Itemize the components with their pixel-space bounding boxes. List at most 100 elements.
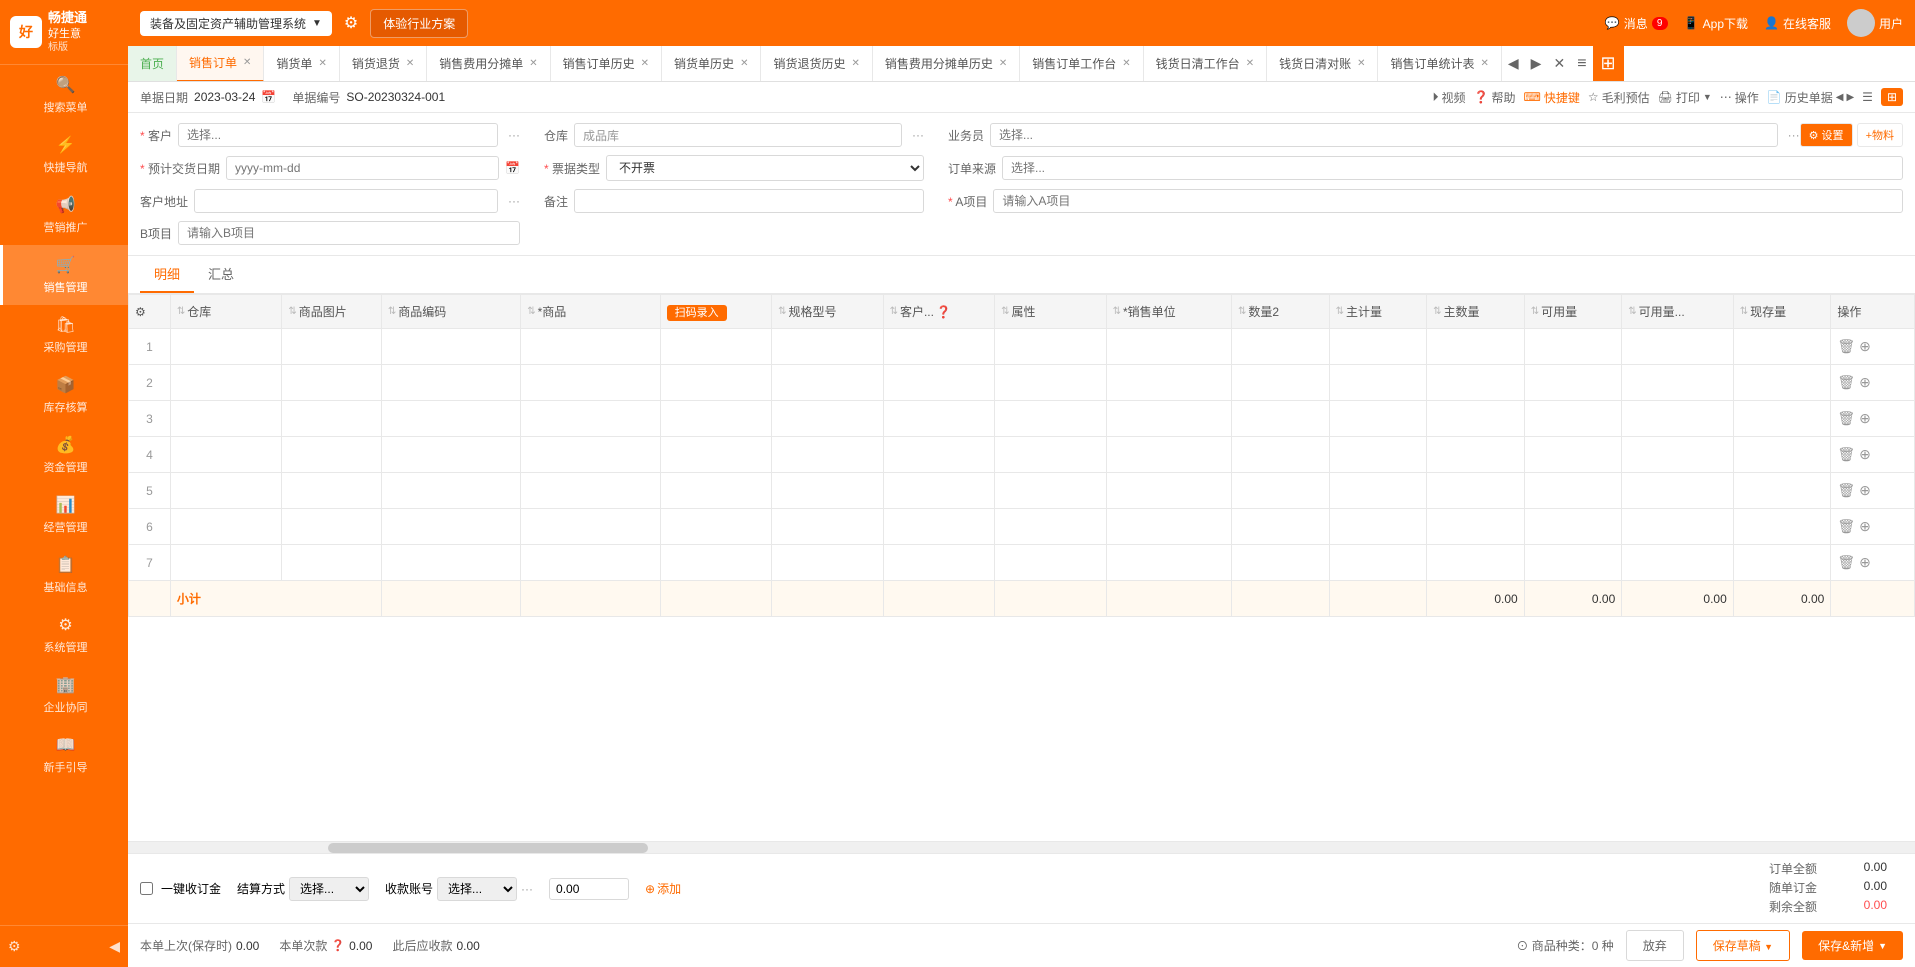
remarks-input[interactable] [574,189,924,213]
sidebar-item-search[interactable]: 🔍 搜索菜单 [0,65,128,125]
row-6-warehouse[interactable] [170,509,282,545]
row-2-main-unit[interactable] [1329,365,1427,401]
row-7-warehouse[interactable] [170,545,282,581]
row-5-qty2[interactable] [1232,473,1330,509]
scrollbar-thumb[interactable] [328,843,648,853]
row-5-spec[interactable] [772,473,884,509]
row-4-attribute[interactable] [995,437,1107,473]
row-4-qty2[interactable] [1232,437,1330,473]
tab-close-expense-history[interactable]: ✕ [999,58,1007,69]
row-5-scan[interactable] [660,473,772,509]
tab-close-order-workbench[interactable]: ✕ [1122,58,1130,69]
row-6-main-qty[interactable] [1427,509,1525,545]
sidebar-item-basic-info[interactable]: 📋 基础信息 [0,545,128,605]
row-1-product-code[interactable] [381,329,520,365]
sidebar-item-guide[interactable]: 📖 新手引导 [0,725,128,785]
row-3-customer-code[interactable] [883,401,995,437]
a-project-input[interactable] [993,189,1903,213]
row-3-product[interactable] [521,401,660,437]
row-2-spec[interactable] [772,365,884,401]
tab-sales-refund-history[interactable]: 销货退货历史 ✕ [761,46,872,82]
tab-receivable-reconcile[interactable]: 钱货日清对账 ✕ [1267,46,1378,82]
row-4-main-unit[interactable] [1329,437,1427,473]
row-1-main-unit[interactable] [1329,329,1427,365]
warehouse-input[interactable] [574,123,902,147]
row-5-copy-icon[interactable]: ⊕ [1859,482,1871,499]
row-1-copy-icon[interactable]: ⊕ [1859,338,1871,355]
row-4-copy-icon[interactable]: ⊕ [1859,446,1871,463]
row-7-product-code[interactable] [381,545,520,581]
row-7-spec[interactable] [772,545,884,581]
row-2-stock-qty[interactable] [1733,365,1831,401]
footer-add-btn[interactable]: ⊕ 添加 [645,880,681,897]
row-1-attribute[interactable] [995,329,1107,365]
row-2-sales-unit[interactable] [1106,365,1231,401]
tab-close-receivable-reconcile[interactable]: ✕ [1357,58,1365,69]
tab-close-sales-return[interactable]: ✕ [318,58,326,69]
row-3-scan[interactable] [660,401,772,437]
th-sales-unit[interactable]: ⇅*销售单位 [1106,295,1231,329]
row-7-delete-icon[interactable]: 🗑 [1837,554,1855,571]
tab-close-return-history[interactable]: ✕ [740,58,748,69]
row-7-product[interactable] [521,545,660,581]
row-6-available-qty2[interactable] [1622,509,1734,545]
row-3-attribute[interactable] [995,401,1107,437]
th-main-qty[interactable]: ⇅主数量 [1427,295,1525,329]
tab-receivable-workbench[interactable]: 钱货日清工作台 ✕ [1144,46,1267,82]
help-btn[interactable]: ❓ 帮助 [1474,89,1516,106]
row-3-warehouse[interactable] [170,401,282,437]
tab-close-order-history[interactable]: ✕ [641,58,649,69]
row-6-product-code[interactable] [381,509,520,545]
row-5-attribute[interactable] [995,473,1107,509]
row-1-available-qty[interactable] [1524,329,1622,365]
row-6-spec[interactable] [772,509,884,545]
row-6-attribute[interactable] [995,509,1107,545]
th-product[interactable]: ⇅*商品 [521,295,660,329]
tab-close-refund-history[interactable]: ✕ [851,58,859,69]
row-1-product-image[interactable] [282,329,382,365]
th-attribute[interactable]: ⇅属性 [995,295,1107,329]
row-4-stock-qty[interactable] [1733,437,1831,473]
th-product-image[interactable]: ⇅商品图片 [282,295,382,329]
row-3-sales-unit[interactable] [1106,401,1231,437]
invoice-type-select[interactable]: 不开票 [606,155,924,181]
row-6-product-image[interactable] [282,509,382,545]
row-2-product-image[interactable] [282,365,382,401]
sidebar-item-purchase[interactable]: 🛍 采购管理 [0,305,128,365]
row-1-available-qty2[interactable] [1622,329,1734,365]
row-4-product[interactable] [521,437,660,473]
customer-address-input[interactable] [194,189,498,213]
row-7-sales-unit[interactable] [1106,545,1231,581]
add-material-btn[interactable]: +物料 [1857,123,1903,147]
row-5-warehouse[interactable] [170,473,282,509]
row-3-delete-icon[interactable]: 🗑 [1837,410,1855,427]
calendar-icon[interactable]: 📅 [261,90,276,104]
th-scan[interactable]: 扫码录入 [660,295,772,329]
history-btn[interactable]: 📄 历史单据 ◀ ▶ [1767,89,1854,106]
row-5-product-image[interactable] [282,473,382,509]
row-7-attribute[interactable] [995,545,1107,581]
th-product-code[interactable]: ⇅商品编码 [381,295,520,329]
row-1-product[interactable] [521,329,660,365]
sidebar-item-inventory[interactable]: 📦 库存核算 [0,365,128,425]
row-6-customer-code[interactable] [883,509,995,545]
tab-summary[interactable]: 汇总 [194,256,248,293]
row-7-copy-icon[interactable]: ⊕ [1859,554,1871,571]
address-expand-icon[interactable]: ··· [508,194,520,208]
row-4-scan[interactable] [660,437,772,473]
row-2-warehouse[interactable] [170,365,282,401]
row-5-delete-icon[interactable]: 🗑 [1837,482,1855,499]
row-2-delete-icon[interactable]: 🗑 [1837,374,1855,391]
sidebar-item-quick-nav[interactable]: ⚡ 快捷导航 [0,125,128,185]
row-5-product-code[interactable] [381,473,520,509]
row-1-sales-unit[interactable] [1106,329,1231,365]
row-7-main-unit[interactable] [1329,545,1427,581]
toolbar-list-btn[interactable]: ☰ [1862,90,1873,104]
row-4-product-code[interactable] [381,437,520,473]
tab-sales-refund[interactable]: 销货退货 ✕ [340,46,427,82]
user-btn[interactable]: 用户 [1847,9,1903,37]
tab-close-sales-refund[interactable]: ✕ [406,58,414,69]
th-customer-code[interactable]: ⇅客户...❓ [883,295,995,329]
date-picker-icon[interactable]: 📅 [505,161,520,175]
row-1-delete-icon[interactable]: 🗑 [1837,338,1855,355]
